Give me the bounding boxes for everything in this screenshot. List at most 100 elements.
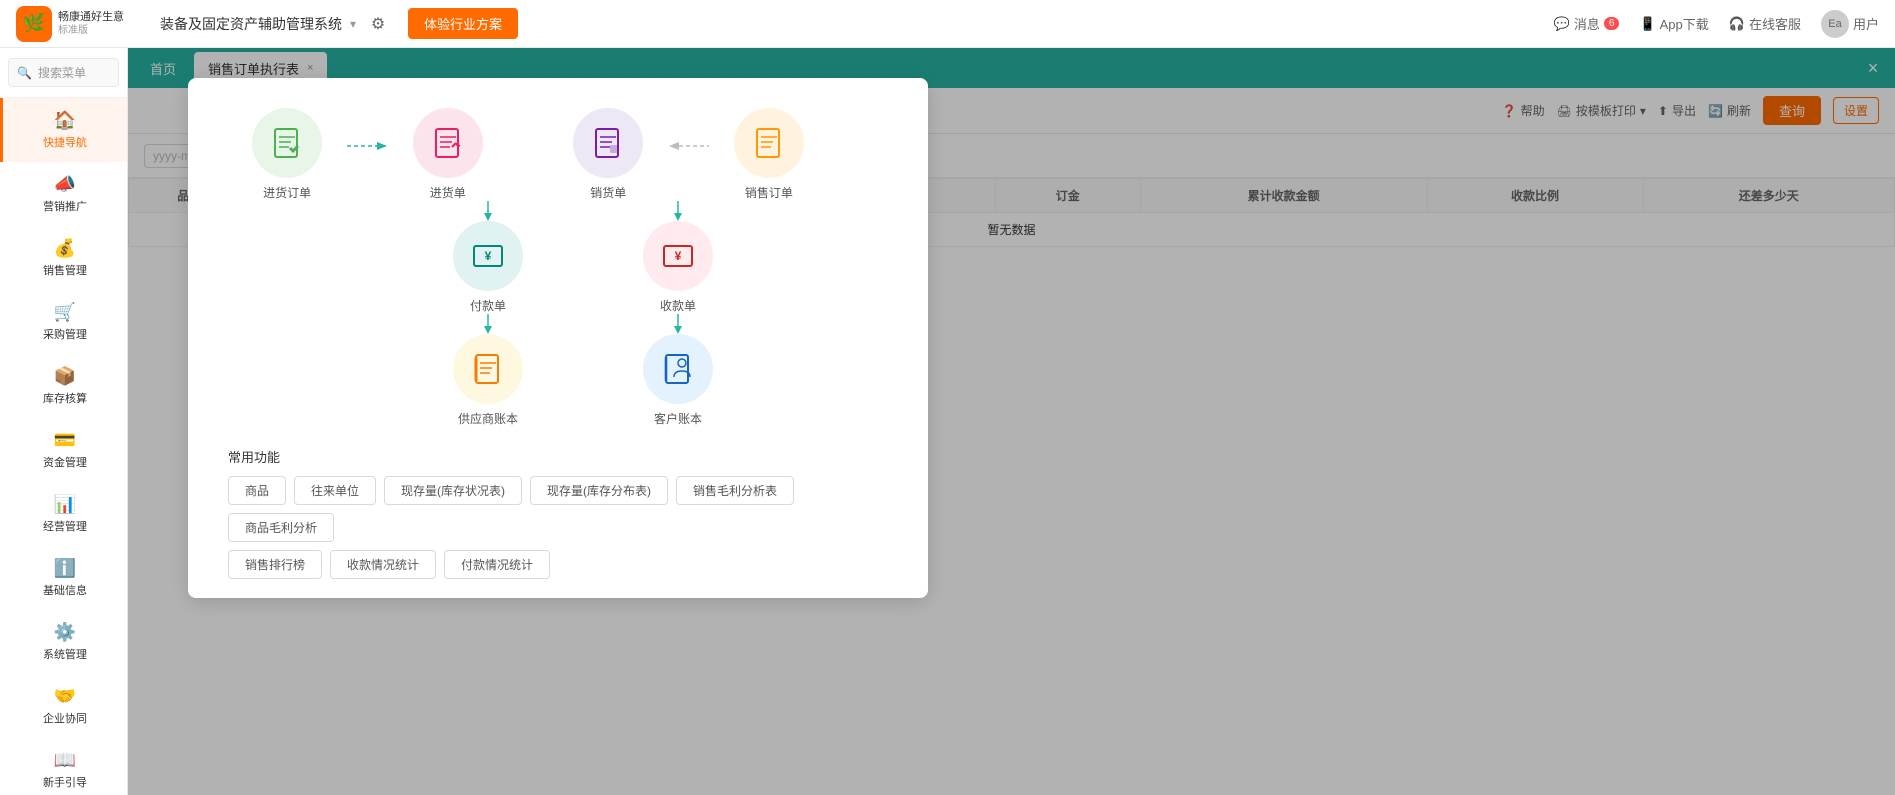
down-arrow-icon-4: [672, 314, 684, 334]
user-menu[interactable]: Ea 用户: [1821, 10, 1879, 38]
wf-sales-receipt[interactable]: 销货单: [549, 108, 667, 201]
svg-text:¥: ¥: [675, 249, 682, 263]
nav-label-operation: 经营管理: [43, 518, 87, 534]
sidebar-item-marketing[interactable]: 📣 营销推广: [0, 162, 127, 226]
payment-slip-label: 付款单: [470, 297, 506, 314]
down-arrow-receipt: [608, 314, 748, 334]
common-btn-stock-dist[interactable]: 现存量(库存分布表): [530, 476, 668, 505]
nav-label-guide: 新手引导: [43, 774, 87, 790]
common-btn-contacts[interactable]: 往来单位: [294, 476, 376, 505]
receipt-slip-icon: ¥: [660, 238, 696, 274]
receipt-slip-circle: ¥: [643, 221, 713, 291]
nav-label-system: 系统管理: [43, 646, 87, 662]
wf-supplier-ledger[interactable]: 供应商账本: [418, 334, 558, 427]
nav-label-purchase: 采购管理: [43, 326, 87, 342]
sidebar-item-collab[interactable]: 🤝 企业协同: [0, 674, 127, 738]
online-service-btn[interactable]: 🎧 在线客服: [1729, 14, 1801, 33]
top-right-area: 💬 消息 6 📱 App下载 🎧 在线客服 Ea 用户: [1554, 10, 1879, 38]
common-btn-sales-profit[interactable]: 销售毛利分析表: [676, 476, 794, 505]
common-btn-sales-rank[interactable]: 销售排行榜: [228, 550, 322, 579]
wf-purchase-order[interactable]: 进货订单: [228, 108, 346, 201]
top-bar: 🌿 畅康通好生意 标准版 装备及固定资产辅助管理系统 ▾ ⚙ 体验行业方案 💬 …: [0, 0, 1895, 48]
arrow-left-dashed-1: [669, 140, 709, 152]
sidebar: 🔍 搜索菜单 🏠 快捷导航 📣 营销推广 💰 销售管理 🛒: [0, 48, 128, 795]
nav-label-basic: 基础信息: [43, 582, 87, 598]
operation-icon: 📊: [54, 494, 76, 515]
workflow-down-arrows: [228, 201, 828, 221]
supplier-ledger-label: 供应商账本: [458, 410, 518, 427]
sales-receipt-icon: [590, 125, 626, 161]
system-icon: ⚙️: [54, 622, 76, 643]
workflow-top-row: 进货订单: [228, 108, 828, 201]
sidebar-item-system[interactable]: ⚙️ 系统管理: [0, 610, 127, 674]
customer-ledger-label: 客户账本: [654, 410, 702, 427]
purchase-icon: 🛒: [54, 302, 76, 323]
sidebar-item-sales[interactable]: 💰 销售管理: [0, 226, 127, 290]
common-functions-title: 常用功能: [228, 447, 888, 466]
collab-icon: 🤝: [54, 686, 76, 707]
home-icon: 🏠: [54, 110, 76, 131]
purchase-order-circle: [252, 108, 322, 178]
nav-label-inventory: 库存核算: [43, 390, 87, 406]
sales-receipt-circle: [573, 108, 643, 178]
purchase-order-icon: [269, 125, 305, 161]
common-functions-row-2: 销售排行榜 收款情况统计 付款情况统计: [228, 550, 888, 579]
sidebar-item-finance[interactable]: 💳 资金管理: [0, 418, 127, 482]
common-btn-goods-profit[interactable]: 商品毛利分析: [228, 513, 334, 542]
modal-body: 进货订单: [188, 78, 928, 598]
experience-btn[interactable]: 体验行业方案: [408, 8, 518, 39]
logo-icon: 🌿: [16, 6, 52, 42]
sidebar-item-purchase[interactable]: 🛒 采购管理: [0, 290, 127, 354]
down-arrow-purchase: [418, 201, 558, 221]
nav-label-sales: 销售管理: [43, 262, 87, 278]
purchase-receipt-circle: [413, 108, 483, 178]
sales-order-circle: [734, 108, 804, 178]
nav-label-quick-nav: 快捷导航: [43, 134, 87, 150]
down-arrow-icon-3: [482, 314, 494, 334]
sidebar-item-guide[interactable]: 📖 新手引导: [0, 738, 127, 795]
message-badge: 6: [1604, 17, 1620, 30]
guide-icon: 📖: [54, 750, 76, 771]
down-arrow-icon-1: [482, 201, 494, 221]
wf-payment-slip[interactable]: ¥ 付款单: [418, 221, 558, 314]
app-download-btn[interactable]: 📱 App下载: [1639, 14, 1708, 33]
sidebar-item-quick-nav[interactable]: 🏠 快捷导航: [0, 98, 127, 162]
svg-text:¥: ¥: [485, 249, 492, 263]
wf-customer-ledger[interactable]: 客户账本: [608, 334, 748, 427]
wf-receipt-slip[interactable]: ¥ 收款单: [608, 221, 748, 314]
sidebar-item-operation[interactable]: 📊 经营管理: [0, 482, 127, 546]
common-btn-payment-stat[interactable]: 付款情况统计: [444, 550, 550, 579]
settings-icon[interactable]: ⚙: [364, 10, 392, 38]
purchase-receipt-icon: [430, 125, 466, 161]
common-btn-goods[interactable]: 商品: [228, 476, 286, 505]
system-title: 装备及固定资产辅助管理系统 ▾: [160, 14, 356, 34]
wf-purchase-receipt[interactable]: 进货单: [389, 108, 507, 201]
message-icon: 💬: [1554, 16, 1570, 32]
sidebar-search: 🔍 搜索菜单: [0, 48, 127, 98]
message-btn[interactable]: 💬 消息 6: [1554, 14, 1620, 33]
sidebar-item-basic[interactable]: ℹ️ 基础信息: [0, 546, 127, 610]
workflow-middle-row: ¥ 付款单 ¥: [228, 221, 828, 314]
basic-icon: ℹ️: [54, 558, 76, 579]
dropdown-icon[interactable]: ▾: [350, 17, 356, 31]
sales-order-icon: [751, 125, 787, 161]
modal-overlay[interactable]: 进货订单: [128, 48, 1895, 795]
avatar: Ea: [1821, 10, 1849, 38]
sales-receipt-label: 销货单: [590, 184, 626, 201]
sidebar-nav: 🏠 快捷导航 📣 营销推广 💰 销售管理 🛒 采购管理 📦 库存核: [0, 98, 127, 795]
common-btn-receipt-stat[interactable]: 收款情况统计: [330, 550, 436, 579]
wf-sales-order[interactable]: 销售订单: [710, 108, 828, 201]
quick-nav-modal: 进货订单: [188, 78, 928, 598]
common-btn-stock-status[interactable]: 现存量(库存状况表): [384, 476, 522, 505]
arrow-2: [667, 140, 709, 152]
customer-ledger-icon: [660, 351, 696, 387]
inventory-icon: 📦: [54, 366, 76, 387]
search-menu-btn[interactable]: 🔍 搜索菜单: [8, 58, 119, 87]
down-arrow-icon-2: [672, 201, 684, 221]
sales-order-label: 销售订单: [745, 184, 793, 201]
sidebar-item-inventory[interactable]: 📦 库存核算: [0, 354, 127, 418]
headset-icon: 🎧: [1729, 16, 1745, 32]
payment-slip-icon: ¥: [470, 238, 506, 274]
purchase-receipt-label: 进货单: [430, 184, 466, 201]
nav-label-finance: 资金管理: [43, 454, 87, 470]
